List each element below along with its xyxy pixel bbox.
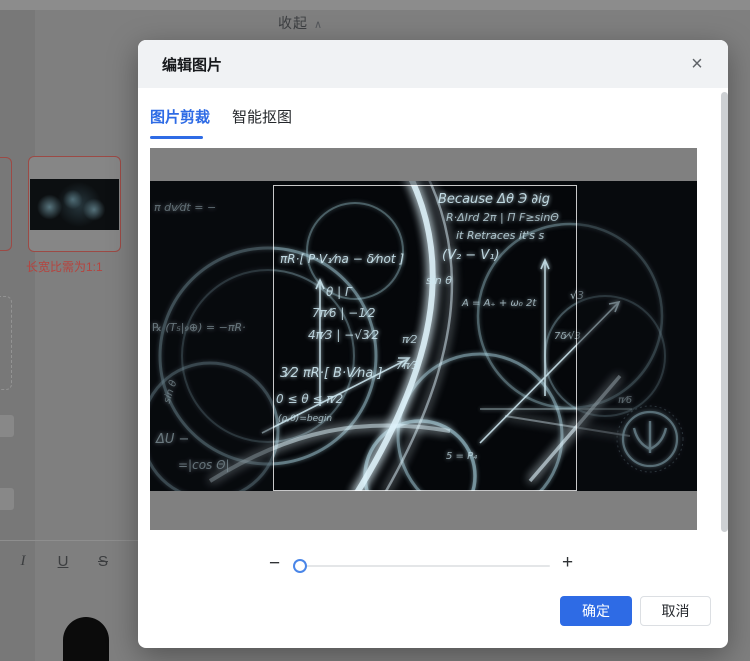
upload-placeholder-box[interactable] <box>0 296 12 390</box>
collapse-control[interactable]: 收起 ∧ <box>278 13 323 33</box>
zoom-out-icon[interactable]: − <box>269 553 280 575</box>
active-tab-indicator <box>150 136 203 139</box>
crop-selection-rect[interactable] <box>273 185 577 491</box>
math-chalkboard-image: Because Δθ Э ∂ig R·ΔIrd 2π | Π F≥sinΘ it… <box>150 181 697 491</box>
crop-preview-area: Because Δθ Э ∂ig R·ΔIrd 2π | Π F≥sinΘ it… <box>150 148 697 530</box>
dialog-header: 编辑图片 × <box>138 40 728 88</box>
dialog-title: 编辑图片 <box>162 56 223 74</box>
zoom-slider-row: − + <box>138 549 728 585</box>
strikethrough-button[interactable]: S <box>95 553 111 570</box>
collapse-label: 收起 <box>278 15 308 31</box>
italic-button[interactable]: I <box>15 553 31 570</box>
confirm-button[interactable]: 确定 <box>560 596 632 626</box>
aspect-ratio-warning: 长宽比需为1:1 <box>26 260 103 274</box>
underline-button[interactable]: U <box>55 553 71 570</box>
modal-scrollbar[interactable] <box>721 92 728 532</box>
page-top-strip <box>0 0 750 10</box>
edit-image-dialog: 编辑图片 × 图片剪裁 智能抠图 Because Δθ Э ∂ig R·ΔIrd… <box>138 40 728 648</box>
close-icon[interactable]: × <box>686 53 708 75</box>
toolbar-divider <box>0 540 138 541</box>
chevron-up-icon: ∧ <box>314 19 324 31</box>
text-format-toolbar: I U S <box>0 548 138 574</box>
crop-dim-right <box>577 181 697 491</box>
image-thumbnail-partial[interactable] <box>0 157 12 251</box>
dark-silhouette-shape <box>63 617 109 661</box>
thumbnail-image <box>30 179 119 230</box>
screen: 收起 ∧ 长宽比需为1:1 I U S 编辑图片 × 图片剪裁 智能抠图 Bec… <box>0 0 750 661</box>
zoom-slider-track[interactable] <box>295 565 550 567</box>
tab-image-crop[interactable]: 图片剪裁 <box>150 106 210 127</box>
image-thumbnail-selected[interactable] <box>28 156 121 252</box>
crop-dim-left <box>150 181 273 491</box>
sidebar-tile <box>0 488 14 510</box>
tab-smart-cutout[interactable]: 智能抠图 <box>232 106 292 127</box>
zoom-in-icon[interactable]: + <box>562 552 573 574</box>
sidebar-tile <box>0 415 14 437</box>
cancel-button[interactable]: 取消 <box>640 596 711 626</box>
zoom-slider-handle[interactable] <box>293 559 307 573</box>
